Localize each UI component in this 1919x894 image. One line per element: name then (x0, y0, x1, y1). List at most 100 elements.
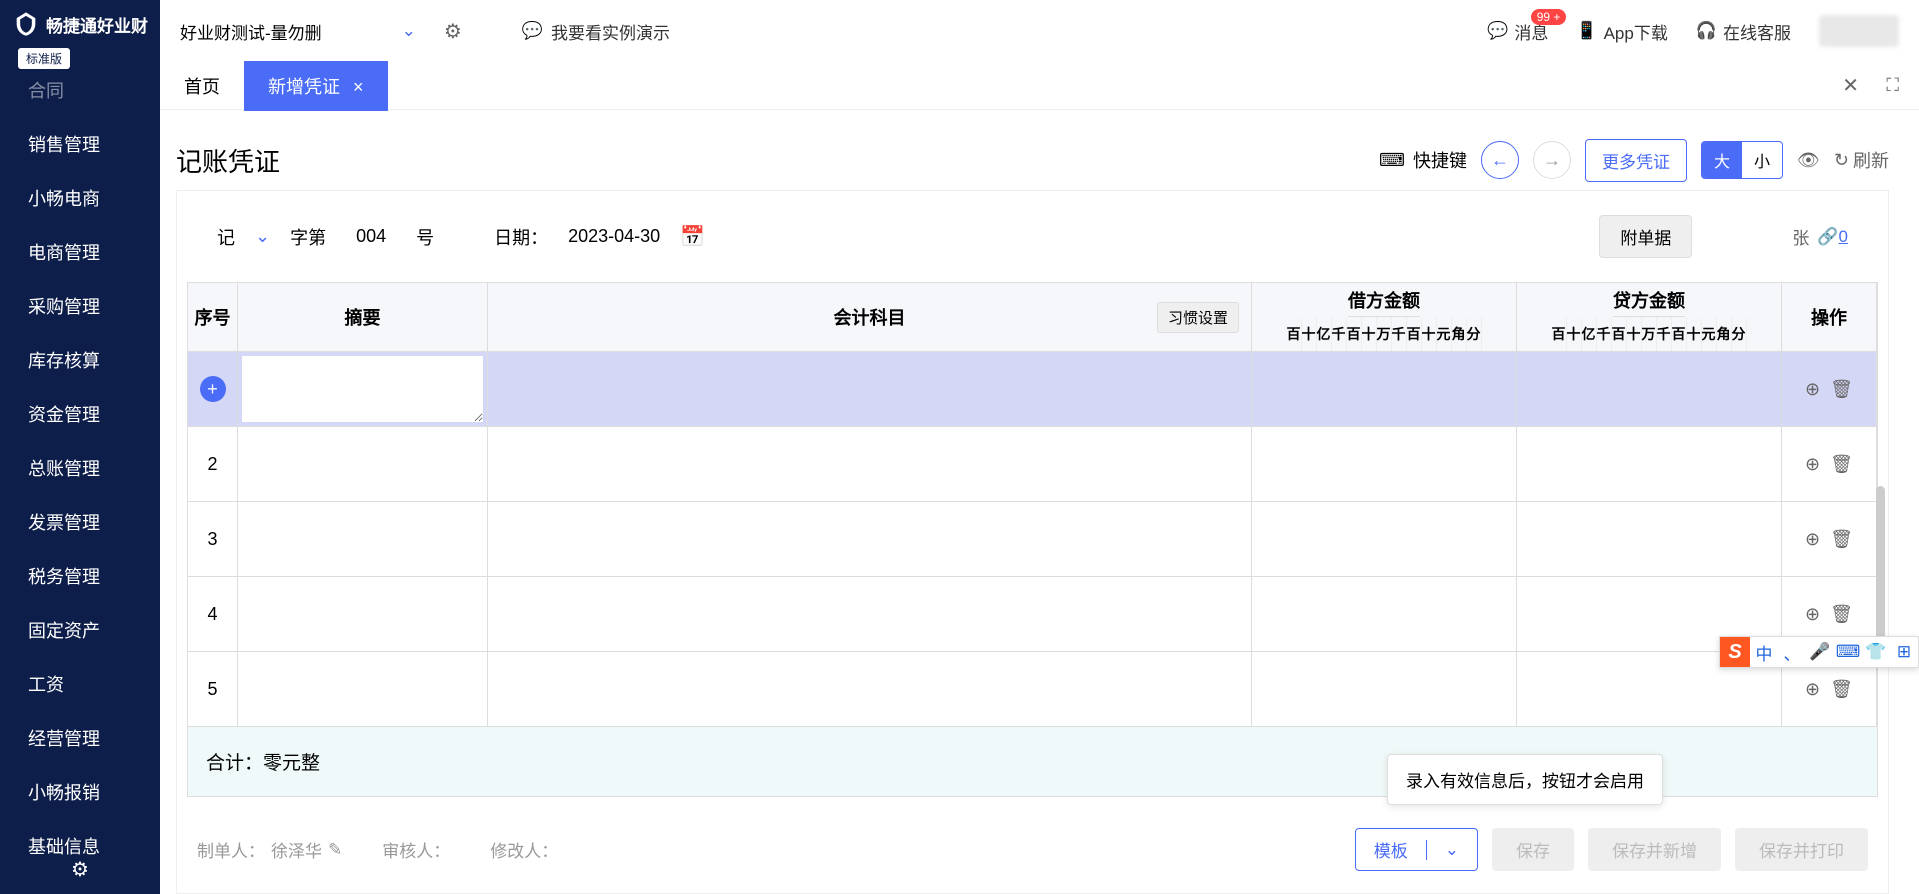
summary-cell[interactable] (238, 652, 488, 726)
unit-cell: 万 (1377, 317, 1392, 351)
save-new-button: 保存并新增 (1588, 828, 1721, 871)
delete-icon[interactable]: 🗑 (1830, 679, 1853, 700)
sidebar-item-salary[interactable]: 工资 (0, 657, 160, 711)
copy-icon[interactable]: ⊕ (1805, 379, 1820, 400)
copy-icon[interactable]: ⊕ (1805, 454, 1820, 475)
credit-cell[interactable] (1517, 352, 1782, 426)
sidebar-item-funds[interactable]: 资金管理 (0, 387, 160, 441)
table-row: 3⊕🗑 (188, 501, 1877, 576)
unit-cell: 百 (1672, 317, 1687, 351)
debit-cell[interactable] (1252, 502, 1517, 576)
voucher-number-input[interactable] (346, 226, 396, 248)
copy-icon[interactable]: ⊕ (1805, 529, 1820, 550)
sidebar-item-sales[interactable]: 销售管理 (0, 117, 160, 171)
account-cell[interactable] (488, 652, 1252, 726)
messages-button[interactable]: 💬 消息 99 + (1487, 19, 1548, 44)
account-cell[interactable] (488, 577, 1252, 651)
account-cell[interactable] (488, 352, 1252, 426)
sidebar-item-assets[interactable]: 固定资产 (0, 603, 160, 657)
debit-cell[interactable] (1252, 577, 1517, 651)
demo-link[interactable]: 💬 我要看实例演示 (522, 19, 670, 44)
close-icon[interactable]: × (353, 77, 364, 97)
fullscreen-icon[interactable]: ⛶ (1886, 75, 1899, 96)
link-icon[interactable]: 🔗0 (1817, 227, 1848, 247)
ime-toolbox-icon[interactable]: ⊞ (1890, 637, 1918, 667)
scrollbar[interactable] (1876, 486, 1885, 646)
ime-punct[interactable]: 、 (1778, 637, 1806, 667)
unit-cell: 百 (1612, 317, 1627, 351)
unit-cell: 百 (1407, 317, 1422, 351)
sidebar-item-truncated[interactable]: 合同 (0, 77, 160, 117)
size-large[interactable]: 大 (1702, 142, 1742, 178)
attachment-button[interactable]: 附单据 (1599, 215, 1692, 258)
app-download-button[interactable]: 📱 App下载 (1576, 19, 1667, 44)
delete-icon[interactable]: 🗑 (1830, 454, 1853, 475)
prev-button[interactable]: ← (1481, 141, 1519, 179)
shortcuts-button[interactable]: ⌨ 快捷键 (1379, 147, 1467, 173)
table-header: 序号 摘要 会计科目 习惯设置 借方金额 百十亿千百十万千百十元角分 贷方金额 … (188, 283, 1877, 351)
summary-input[interactable] (242, 356, 483, 422)
voucher-date[interactable]: 2023-04-30 (568, 226, 660, 247)
delete-icon[interactable]: 🗑 (1830, 529, 1853, 550)
credit-cell[interactable] (1517, 427, 1782, 501)
sidebar-item-ledger[interactable]: 总账管理 (0, 441, 160, 495)
table-row: 2⊕🗑 (188, 426, 1877, 501)
sidebar-item-business[interactable]: 经营管理 (0, 711, 160, 765)
template-button[interactable]: 模板⌄ (1355, 828, 1478, 871)
sidebar-item-ecomm[interactable]: 电商管理 (0, 225, 160, 279)
debit-cell[interactable] (1252, 427, 1517, 501)
ime-lang[interactable]: 中 (1750, 637, 1778, 667)
delete-icon[interactable]: 🗑 (1830, 604, 1853, 625)
copy-icon[interactable]: ⊕ (1805, 679, 1820, 700)
next-button[interactable]: → (1533, 141, 1571, 179)
settings-icon[interactable]: ⚙ (0, 857, 160, 882)
tab-new-voucher[interactable]: 新增凭证 × (244, 61, 388, 111)
calendar-icon[interactable]: 📅 (680, 224, 705, 249)
project-selector[interactable]: 好业财测试-量勿删 ⌄ (180, 19, 416, 44)
habit-settings-button[interactable]: 习惯设置 (1157, 302, 1239, 333)
unit-cell: 十 (1422, 317, 1437, 351)
unit-cell: 千 (1332, 317, 1347, 351)
sidebar-item-reimburse[interactable]: 小畅报销 (0, 765, 160, 819)
gear-icon[interactable]: ⚙ (444, 19, 462, 44)
size-small[interactable]: 小 (1742, 142, 1782, 178)
unit-cell: 亿 (1582, 317, 1597, 351)
chevron-down-icon: ⌄ (402, 21, 416, 41)
copy-icon[interactable]: ⊕ (1805, 604, 1820, 625)
summary-cell[interactable] (238, 427, 488, 501)
close-all-icon[interactable]: ✕ (1842, 73, 1859, 98)
debit-cell[interactable] (1252, 352, 1517, 426)
sidebar-item-inventory[interactable]: 库存核算 (0, 333, 160, 387)
size-toggle[interactable]: 大 小 (1701, 141, 1783, 179)
summary-cell[interactable] (238, 352, 488, 426)
ime-keyboard-icon[interactable]: ⌨ (1834, 637, 1862, 667)
chevron-down-icon[interactable]: ⌄ (1426, 840, 1459, 860)
voucher-type-dropdown[interactable]: ⌄ (255, 226, 270, 247)
sidebar-item-purchase[interactable]: 采购管理 (0, 279, 160, 333)
edit-icon[interactable]: ✎ (328, 840, 342, 860)
ime-mic-icon[interactable]: 🎤 (1806, 637, 1834, 667)
account-cell[interactable] (488, 427, 1252, 501)
voucher-type[interactable]: 记 (217, 224, 235, 250)
user-avatar[interactable] (1819, 15, 1899, 47)
account-cell[interactable] (488, 502, 1252, 576)
sidebar-item-tax[interactable]: 税务管理 (0, 549, 160, 603)
debit-cell[interactable] (1252, 652, 1517, 726)
summary-cell[interactable] (238, 502, 488, 576)
more-vouchers-button[interactable]: 更多凭证 (1585, 139, 1687, 182)
eye-icon[interactable]: 👁 (1797, 150, 1820, 171)
refresh-button[interactable]: ↻ 刷新 (1834, 147, 1889, 173)
tab-home[interactable]: 首页 (160, 61, 244, 111)
credit-cell[interactable] (1517, 502, 1782, 576)
add-row-button[interactable]: + (200, 376, 226, 402)
sidebar-item-invoice[interactable]: 发票管理 (0, 495, 160, 549)
summary-cell[interactable] (238, 577, 488, 651)
ime-skin-icon[interactable]: 👕 (1862, 637, 1890, 667)
support-button[interactable]: 🎧 在线客服 (1696, 19, 1791, 44)
page-title: 记账凭证 (176, 142, 280, 179)
sidebar-item-ecomm-xc[interactable]: 小畅电商 (0, 171, 160, 225)
delete-icon[interactable]: 🗑 (1830, 379, 1853, 400)
ime-toolbar[interactable]: S 中 、 🎤 ⌨ 👕 ⊞ (1719, 636, 1919, 668)
ime-sogou-icon[interactable]: S (1720, 637, 1750, 667)
maker-name: 徐泽华 (271, 837, 322, 862)
